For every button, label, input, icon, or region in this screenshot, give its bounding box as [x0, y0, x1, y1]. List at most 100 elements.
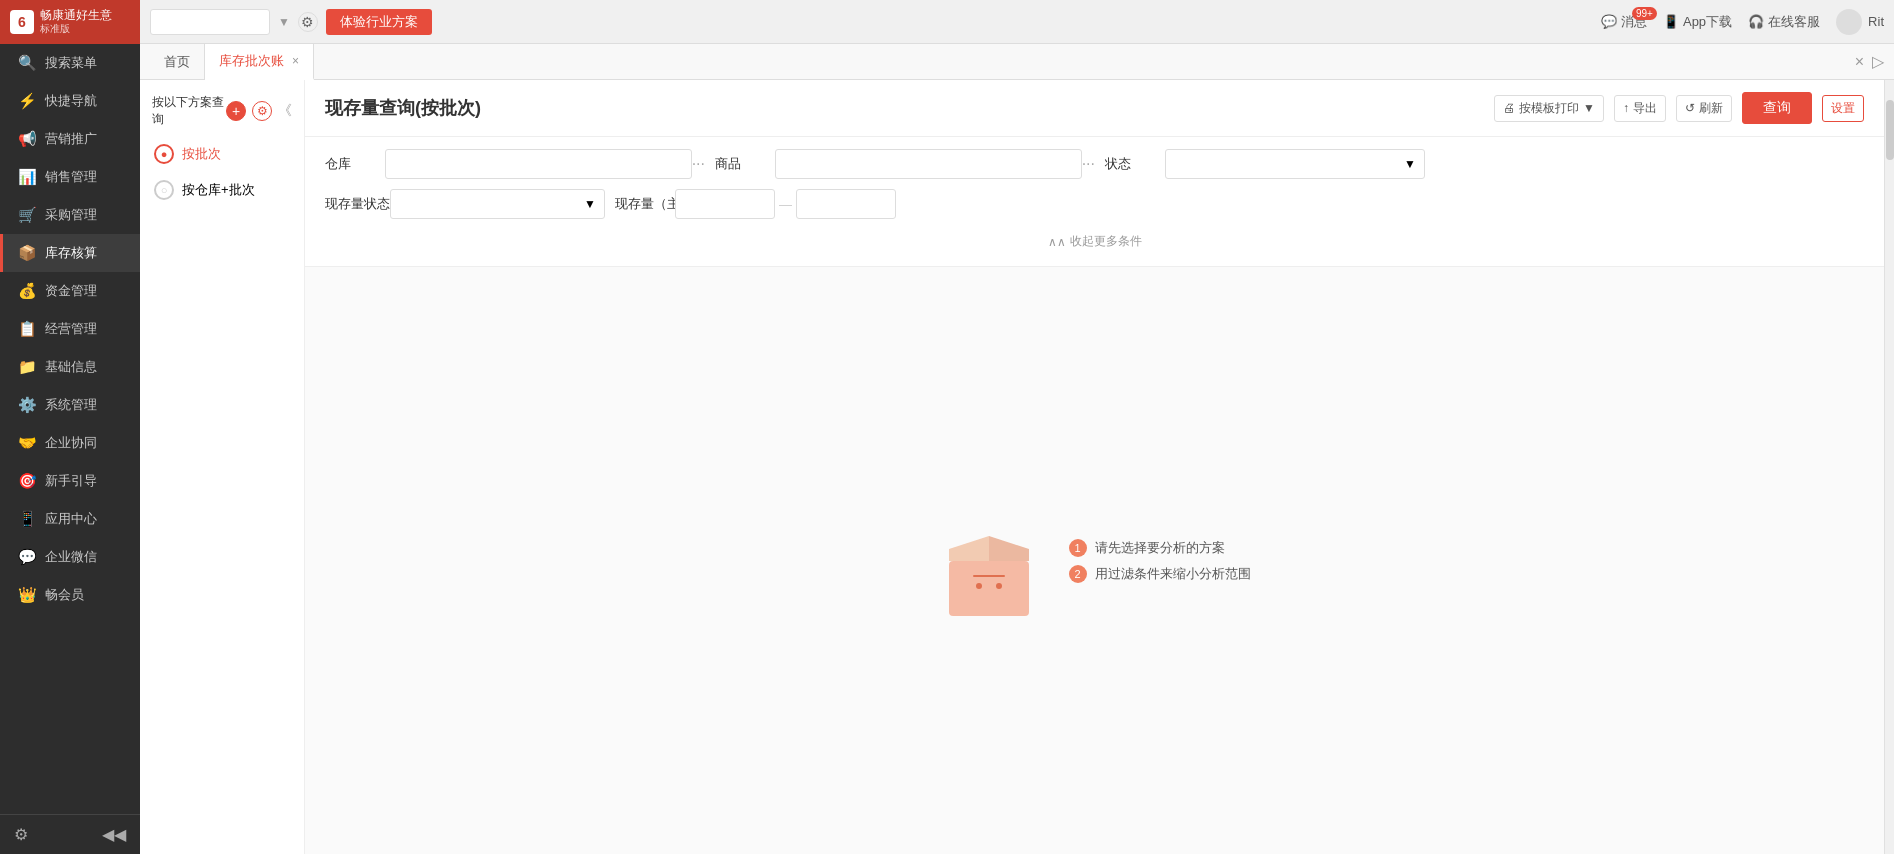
sidebar-item-operation[interactable]: 📋 经营管理 [0, 310, 140, 348]
plan-icon-warehouse-batch: ○ [154, 180, 174, 200]
goods-more-btn[interactable]: ··· [1082, 155, 1095, 173]
experience-industry-btn[interactable]: 体验行业方案 [326, 9, 432, 35]
sidebar-item-app-center[interactable]: 📱 应用中心 [0, 500, 140, 538]
warehouse-input[interactable] [385, 149, 692, 179]
sidebar-item-label: 营销推广 [45, 130, 97, 148]
sidebar-item-quick-nav[interactable]: ⚡ 快捷导航 [0, 82, 140, 120]
tab-batch-account[interactable]: 库存批次账 × [205, 44, 314, 80]
settings-plan-btn[interactable]: ⚙ [252, 101, 272, 121]
purchase-icon: 🛒 [17, 206, 37, 224]
user-area[interactable]: Rit [1836, 9, 1884, 35]
sidebar-item-label: 企业协同 [45, 434, 97, 452]
operation-icon: 📋 [17, 320, 37, 338]
plan-icon-batch: ● [154, 144, 174, 164]
inventory-icon: 📦 [17, 244, 37, 262]
plan-item-batch[interactable]: ● 按批次 [140, 136, 304, 172]
user-name: Rit [1868, 14, 1884, 29]
dropdown-arrow-icon[interactable]: ▼ [278, 15, 290, 29]
tab-home[interactable]: 首页 [150, 44, 205, 80]
guide-icon: 🎯 [17, 472, 37, 490]
sidebar-item-marketing[interactable]: 📢 营销推广 [0, 120, 140, 158]
plan-item-warehouse-batch[interactable]: ○ 按仓库+批次 [140, 172, 304, 208]
app-edition: 标准版 [40, 22, 112, 36]
print-btn[interactable]: 🖨 按模板打印 ▼ [1494, 95, 1604, 122]
avatar [1836, 9, 1862, 35]
collapse-sidebar-btn[interactable]: ◀◀ [102, 825, 126, 844]
stock-main-to[interactable] [796, 189, 896, 219]
cooperation-icon: 🤝 [17, 434, 37, 452]
status-filter: 状态 ▼ [1105, 149, 1425, 179]
page-title-row: 现存量查询(按批次) 🖨 按模板打印 ▼ ↑ 导出 ↺ [325, 92, 1864, 124]
sidebar-item-search[interactable]: 🔍 搜索菜单 [0, 44, 140, 82]
export-btn[interactable]: ↑ 导出 [1614, 95, 1666, 122]
sidebar-bottom: ⚙ ◀◀ [0, 814, 140, 854]
warehouse-label: 仓库 [325, 155, 385, 173]
service-btn[interactable]: 🎧 在线客服 [1748, 13, 1820, 31]
export-label: 导出 [1633, 100, 1657, 117]
sidebar-item-system[interactable]: ⚙️ 系统管理 [0, 386, 140, 424]
message-btn[interactable]: 💬 消息 99+ [1601, 13, 1647, 31]
refresh-btn[interactable]: ↺ 刷新 [1676, 95, 1732, 122]
add-plan-btn[interactable]: + [226, 101, 246, 121]
collapse-icon: ∧∧ [1048, 235, 1066, 249]
collapse-panel-btn[interactable]: 《 [278, 102, 292, 120]
sidebar-item-member[interactable]: 👑 畅会员 [0, 576, 140, 614]
left-panel-actions: + ⚙ 《 [226, 101, 292, 121]
sidebar-item-purchase[interactable]: 🛒 采购管理 [0, 196, 140, 234]
page-title: 现存量查询(按批次) [325, 96, 481, 120]
stock-main-from[interactable] [675, 189, 775, 219]
status-select[interactable]: ▼ [1165, 149, 1425, 179]
app-download-label: App下载 [1683, 13, 1732, 31]
sidebar-item-label: 经营管理 [45, 320, 97, 338]
message-badge: 99+ [1632, 7, 1657, 20]
sidebar-item-inventory[interactable]: 📦 库存核算 [0, 234, 140, 272]
settings-btn[interactable]: ⚙ [298, 12, 318, 32]
svg-point-4 [976, 583, 982, 589]
settings-icon[interactable]: ⚙ [14, 825, 28, 844]
empty-step-1: 1 请先选择要分析的方案 [1069, 539, 1251, 557]
left-panel-header: 按以下方案查询 + ⚙ 《 [140, 90, 304, 136]
warehouse-more-btn[interactable]: ··· [692, 155, 705, 173]
plan-label-warehouse-batch: 按仓库+批次 [182, 181, 255, 199]
right-scrollbar[interactable] [1884, 80, 1894, 854]
top-bar: ▼ ⚙ 体验行业方案 💬 消息 99+ 📱 App下载 🎧 在线客服 Rit [140, 0, 1894, 44]
sidebar-item-label: 系统管理 [45, 396, 97, 414]
collapse-more-btn[interactable]: ∧∧ 收起更多条件 [325, 229, 1864, 254]
sidebar-item-finance[interactable]: 💰 资金管理 [0, 272, 140, 310]
stock-main-label: 现存量（主） [615, 195, 675, 213]
tab-expand-icon[interactable]: ▷ [1872, 52, 1884, 71]
stock-main-divider: — [775, 197, 796, 212]
sidebar-item-basic[interactable]: 📁 基础信息 [0, 348, 140, 386]
step-2-number: 2 [1069, 565, 1087, 583]
sales-icon: 📊 [17, 168, 37, 186]
settings-btn-right[interactable]: 设置 [1822, 95, 1864, 122]
sidebar-item-sales[interactable]: 📊 销售管理 [0, 158, 140, 196]
sidebar-item-guide[interactable]: 🎯 新手引导 [0, 462, 140, 500]
stock-status-dropdown-icon: ▼ [584, 197, 596, 211]
status-dropdown-icon: ▼ [1404, 157, 1416, 171]
filter-area: 仓库 ··· 商品 ··· 状态 ▼ [305, 137, 1884, 267]
quick-nav-icon: ⚡ [17, 92, 37, 110]
query-btn[interactable]: 查询 [1742, 92, 1812, 124]
wechat-icon: 💬 [17, 548, 37, 566]
scrollbar-thumb[interactable] [1886, 100, 1894, 160]
app-download-btn[interactable]: 📱 App下载 [1663, 13, 1732, 31]
sidebar-item-label: 资金管理 [45, 282, 97, 300]
sidebar-item-label: 应用中心 [45, 510, 97, 528]
step-1-text: 请先选择要分析的方案 [1095, 539, 1225, 557]
empty-content: 1 请先选择要分析的方案 2 用过滤条件来缩小分析范围 [939, 511, 1251, 611]
tab-close-right-icon[interactable]: × [1847, 53, 1872, 71]
filter-row-1: 仓库 ··· 商品 ··· 状态 ▼ [325, 149, 1864, 179]
tab-home-label: 首页 [164, 53, 190, 71]
step-1-number: 1 [1069, 539, 1087, 557]
stock-status-select[interactable]: ▼ [390, 189, 605, 219]
goods-input[interactable] [775, 149, 1082, 179]
main-area: ▼ ⚙ 体验行业方案 💬 消息 99+ 📱 App下载 🎧 在线客服 Rit [140, 0, 1894, 854]
tab-close-btn[interactable]: × [292, 54, 299, 68]
search-box[interactable] [150, 9, 270, 35]
sidebar-item-cooperation[interactable]: 🤝 企业协同 [0, 424, 140, 462]
page-actions: 🖨 按模板打印 ▼ ↑ 导出 ↺ 刷新 查询 设置 [1494, 92, 1864, 124]
sidebar-item-wechat[interactable]: 💬 企业微信 [0, 538, 140, 576]
app-center-icon: 📱 [17, 510, 37, 528]
app-name: 畅康通好生意 [40, 8, 112, 22]
